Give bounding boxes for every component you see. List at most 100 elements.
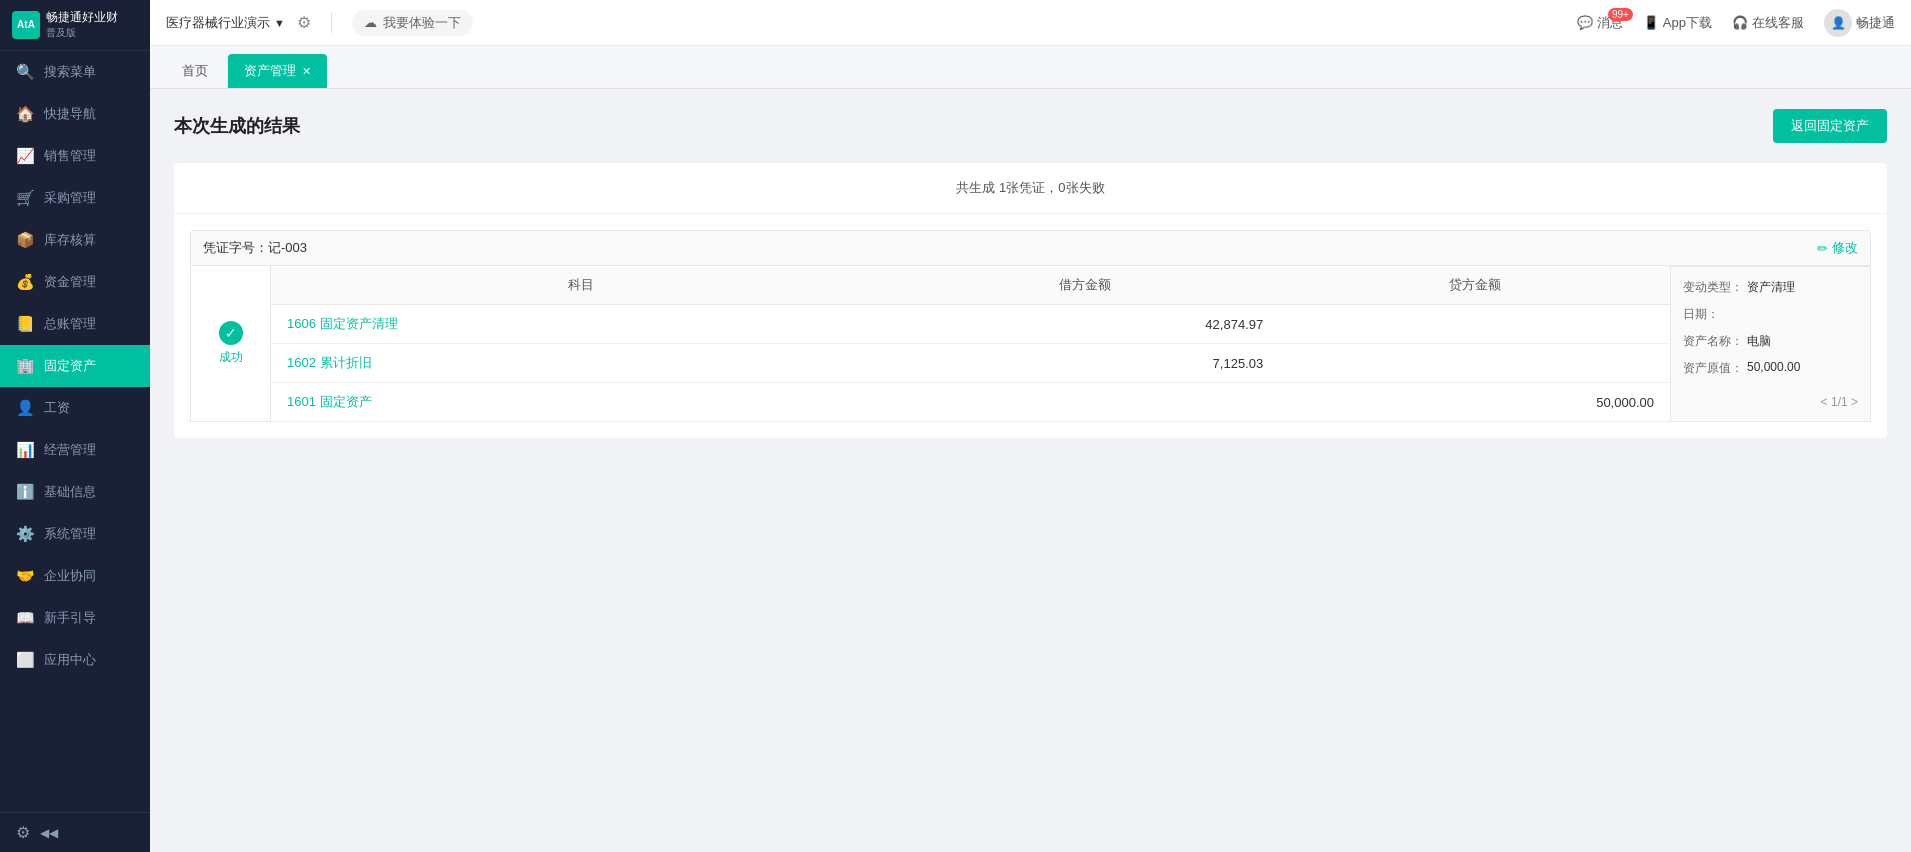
sidebar-item-operations[interactable]: 📊 经营管理 — [0, 429, 150, 471]
sidebar-item-guide[interactable]: 📖 新手引导 — [0, 597, 150, 639]
sidebar-item-label: 总账管理 — [44, 315, 96, 333]
service-icon: 🎧 — [1732, 15, 1748, 30]
credit-cell — [1279, 305, 1670, 344]
sidebar-item-ledger[interactable]: 📒 总账管理 — [0, 303, 150, 345]
guide-icon: 📖 — [16, 609, 34, 627]
avatar: 👤 — [1824, 9, 1852, 37]
cooperation-icon: 🤝 — [16, 567, 34, 585]
sidebar-item-finance[interactable]: 💰 资金管理 — [0, 261, 150, 303]
sidebar-item-label: 搜索菜单 — [44, 63, 96, 81]
voucher-content: ✓ 成功 科目 借方金额 贷方金额 — [190, 266, 1871, 422]
tab-close-icon[interactable]: ✕ — [302, 65, 311, 78]
sidebar-item-label: 新手引导 — [44, 609, 96, 627]
sidebar-item-label: 系统管理 — [44, 525, 96, 543]
chevron-down-icon: ▼ — [274, 17, 285, 29]
original-value-row: 资产原值： 50,000.00 — [1683, 360, 1858, 377]
download-icon: 📱 — [1643, 15, 1659, 30]
tabbar: 首页 资产管理 ✕ — [150, 46, 1911, 89]
app-download-button[interactable]: 📱 App下载 — [1643, 14, 1712, 32]
search-icon: 🔍 — [16, 63, 34, 81]
tab-asset-label: 资产管理 — [244, 62, 296, 80]
result-summary: 共生成 1张凭证，0张失败 — [174, 163, 1887, 214]
table-row: 1601 固定资产 50,000.00 — [271, 383, 1671, 422]
sidebar-item-label: 基础信息 — [44, 483, 96, 501]
table-row: 1606 固定资产清理 42,874.97 — [271, 305, 1671, 344]
sales-icon: 📈 — [16, 147, 34, 165]
result-box: 共生成 1张凭证，0张失败 凭证字号：记-003 ✏ 修改 ✓ — [174, 163, 1887, 438]
date-row: 日期： — [1683, 306, 1858, 323]
tab-asset-mgmt[interactable]: 资产管理 ✕ — [228, 54, 327, 88]
table-header-row: 科目 借方金额 贷方金额 — [271, 266, 1671, 305]
operations-icon: 📊 — [16, 441, 34, 459]
subject-cell: 1602 累计折旧 — [271, 344, 891, 383]
page-info: 1/1 — [1831, 395, 1851, 409]
online-service-label: 在线客服 — [1752, 14, 1804, 32]
debit-cell — [890, 383, 1279, 422]
sidebar-nav: 🔍 搜索菜单 🏠 快捷导航 📈 销售管理 🛒 采购管理 📦 库存核算 💰 资金管… — [0, 51, 150, 812]
company-selector[interactable]: 医疗器械行业演示 ▼ — [166, 14, 285, 32]
company-name: 医疗器械行业演示 — [166, 14, 270, 32]
user-menu[interactable]: 👤 畅捷通 — [1824, 9, 1895, 37]
sidebar-item-inventory[interactable]: 📦 库存核算 — [0, 219, 150, 261]
col-credit: 贷方金额 — [1279, 266, 1670, 305]
collapse-icon[interactable]: ◀◀ — [40, 826, 58, 840]
prev-page-icon[interactable]: < — [1821, 395, 1828, 409]
sidebar-item-label: 资金管理 — [44, 273, 96, 291]
page-title: 本次生成的结果 — [174, 114, 300, 138]
subject-cell: 1601 固定资产 — [271, 383, 891, 422]
debit-cell: 42,874.97 — [890, 305, 1279, 344]
success-icon: ✓ — [219, 321, 243, 345]
topbar-divider — [331, 13, 332, 33]
settings-gear-icon[interactable]: ⚙ — [297, 13, 311, 32]
tab-home[interactable]: 首页 — [166, 54, 224, 88]
sidebar-item-label: 销售管理 — [44, 147, 96, 165]
change-type-value: 资产清理 — [1747, 279, 1795, 296]
original-value-label: 资产原值： — [1683, 360, 1743, 377]
return-button[interactable]: 返回固定资产 — [1773, 109, 1887, 143]
voucher-table-wrapper: 科目 借方金额 贷方金额 1606 固定资产清理 42,874.97 — [270, 266, 1671, 422]
info-icon: ℹ️ — [16, 483, 34, 501]
next-page-icon[interactable]: > — [1851, 395, 1858, 409]
asset-name-value: 电脑 — [1747, 333, 1771, 350]
app-edition: 普及版 — [46, 26, 118, 40]
message-badge: 99+ — [1608, 8, 1633, 21]
experience-button[interactable]: ☁ 我要体验一下 — [352, 10, 473, 36]
sidebar-item-system[interactable]: ⚙️ 系统管理 — [0, 513, 150, 555]
home-icon: 🏠 — [16, 105, 34, 123]
experience-label: 我要体验一下 — [383, 14, 461, 32]
sidebar-item-sales[interactable]: 📈 销售管理 — [0, 135, 150, 177]
change-type-label: 变动类型： — [1683, 279, 1743, 296]
sidebar-item-label: 经营管理 — [44, 441, 96, 459]
sidebar-item-label: 库存核算 — [44, 231, 96, 249]
sidebar-item-cooperation[interactable]: 🤝 企业协同 — [0, 555, 150, 597]
sidebar-item-label: 固定资产 — [44, 357, 96, 375]
tab-home-label: 首页 — [182, 62, 208, 80]
ledger-icon: 📒 — [16, 315, 34, 333]
settings-icon[interactable]: ⚙ — [16, 823, 30, 842]
cloud-icon: ☁ — [364, 15, 377, 30]
original-value-value: 50,000.00 — [1747, 360, 1800, 377]
sidebar-item-app-center[interactable]: ⬜ 应用中心 — [0, 639, 150, 681]
voucher-number: 凭证字号：记-003 — [203, 239, 307, 257]
table-row: 1602 累计折旧 7,125.03 — [271, 344, 1671, 383]
sidebar-logo: AtA 畅捷通好业财 普及版 — [0, 0, 150, 51]
fixed-assets-icon: 🏢 — [16, 357, 34, 375]
sidebar-item-quick-nav[interactable]: 🏠 快捷导航 — [0, 93, 150, 135]
sidebar-item-basic-info[interactable]: ℹ️ 基础信息 — [0, 471, 150, 513]
username-label: 畅捷通 — [1856, 14, 1895, 32]
page-header: 本次生成的结果 返回固定资产 — [174, 109, 1887, 143]
sidebar-item-search[interactable]: 🔍 搜索菜单 — [0, 51, 150, 93]
app-name: 畅捷通好业财 — [46, 10, 118, 26]
change-type-row: 变动类型： 资产清理 — [1683, 279, 1858, 296]
message-button[interactable]: 💬 消息 99+ — [1577, 14, 1623, 32]
sidebar-item-fixed-assets[interactable]: 🏢 固定资产 — [0, 345, 150, 387]
sidebar-item-label: 企业协同 — [44, 567, 96, 585]
sidebar-item-payroll[interactable]: 👤 工资 — [0, 387, 150, 429]
sidebar: AtA 畅捷通好业财 普及版 🔍 搜索菜单 🏠 快捷导航 📈 销售管理 🛒 采购… — [0, 0, 150, 852]
content-area: 本次生成的结果 返回固定资产 共生成 1张凭证，0张失败 凭证字号：记-003 … — [150, 89, 1911, 852]
purchase-icon: 🛒 — [16, 189, 34, 207]
main-area: 医疗器械行业演示 ▼ ⚙ ☁ 我要体验一下 💬 消息 99+ 📱 App下载 🎧… — [150, 0, 1911, 852]
sidebar-item-purchase[interactable]: 🛒 采购管理 — [0, 177, 150, 219]
edit-button[interactable]: ✏ 修改 — [1817, 239, 1858, 257]
online-service-button[interactable]: 🎧 在线客服 — [1732, 14, 1804, 32]
